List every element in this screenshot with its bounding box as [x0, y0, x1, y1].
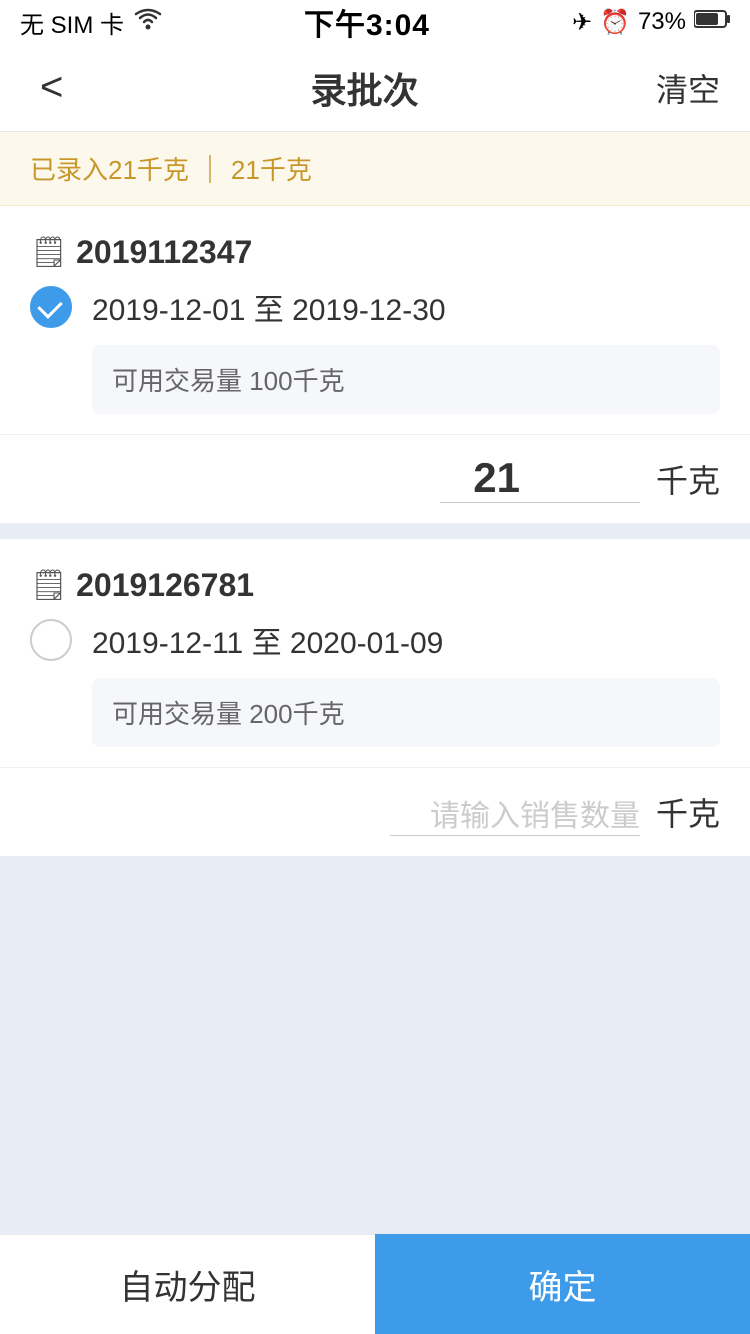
wifi-icon	[134, 8, 162, 37]
batch1-unit: 千克	[656, 456, 720, 502]
batch1-icon: 🗒	[30, 235, 68, 270]
batch2-qty-row: 可用交易量 200千克	[92, 678, 720, 747]
status-right: ✈ ⏰ 73%	[572, 8, 730, 37]
batch2-input-row: 请输入销售数量 千克	[0, 767, 750, 856]
batch2-icon: 🗒	[30, 568, 68, 603]
batch2-date-row[interactable]: 2019-12-11 至 2020-01-09	[30, 618, 720, 662]
batch-card-1: 🗒 2019112347 2019-12-01 至 2019-12-30 可用交…	[0, 206, 750, 434]
battery-icon	[694, 8, 730, 36]
status-left: 无 SIM 卡	[20, 5, 162, 40]
batch2-radio[interactable]	[30, 619, 72, 661]
batch-card-2: 🗒 2019126781 2019-12-11 至 2020-01-09 可用交…	[0, 539, 750, 767]
summary-bar: 已录入21千克 21千克	[0, 132, 750, 206]
batch1-qty-row: 可用交易量 100千克	[92, 345, 720, 414]
back-button[interactable]: <	[30, 55, 73, 120]
batch1-date: 2019-12-01 至 2019-12-30	[92, 285, 446, 329]
nav-bar: < 录批次 清空	[0, 44, 750, 132]
batch1-amount-value[interactable]: 21	[440, 454, 520, 502]
gray-area	[0, 856, 750, 1256]
batch1-qty-text: 可用交易量 100千克	[112, 366, 345, 396]
status-time: 下午3:04	[304, 0, 430, 44]
batch2-qty-text: 可用交易量 200千克	[112, 699, 345, 729]
batch2-input-underline[interactable]: 请输入销售数量	[390, 788, 640, 836]
batch2-id: 2019126781	[76, 567, 254, 604]
summary-divider	[209, 155, 211, 183]
status-bar: 无 SIM 卡 下午3:04 ✈ ⏰ 73%	[0, 0, 750, 44]
batch2-id-row: 🗒 2019126781	[30, 567, 720, 604]
batch1-radio[interactable]	[30, 286, 72, 328]
battery-percent: 73%	[638, 8, 686, 36]
page-title: 录批次	[311, 62, 419, 114]
summary-recorded-text: 已录入21千克	[30, 150, 189, 187]
auto-distribute-button[interactable]: 自动分配	[0, 1234, 375, 1334]
summary-amount-text: 21千克	[231, 150, 312, 187]
batch2-date: 2019-12-11 至 2020-01-09	[92, 618, 443, 662]
bottom-bar: 自动分配 确定	[0, 1234, 750, 1334]
batch2-input-placeholder[interactable]: 请输入销售数量	[430, 791, 640, 835]
batch1-amount-underline: 21	[440, 455, 640, 503]
batch1-id-row: 🗒 2019112347	[30, 234, 720, 271]
clear-button[interactable]: 清空	[656, 65, 720, 111]
confirm-button[interactable]: 确定	[375, 1234, 750, 1334]
batch1-date-row[interactable]: 2019-12-01 至 2019-12-30	[30, 285, 720, 329]
batch2-unit: 千克	[656, 789, 720, 835]
batch1-id: 2019112347	[76, 234, 252, 271]
no-sim-text: 无 SIM 卡	[20, 5, 124, 40]
section-separator-1	[0, 523, 750, 539]
location-icon: ✈	[572, 8, 592, 37]
alarm-icon: ⏰	[600, 8, 630, 37]
batch1-amount-row: 21 千克	[0, 434, 750, 523]
